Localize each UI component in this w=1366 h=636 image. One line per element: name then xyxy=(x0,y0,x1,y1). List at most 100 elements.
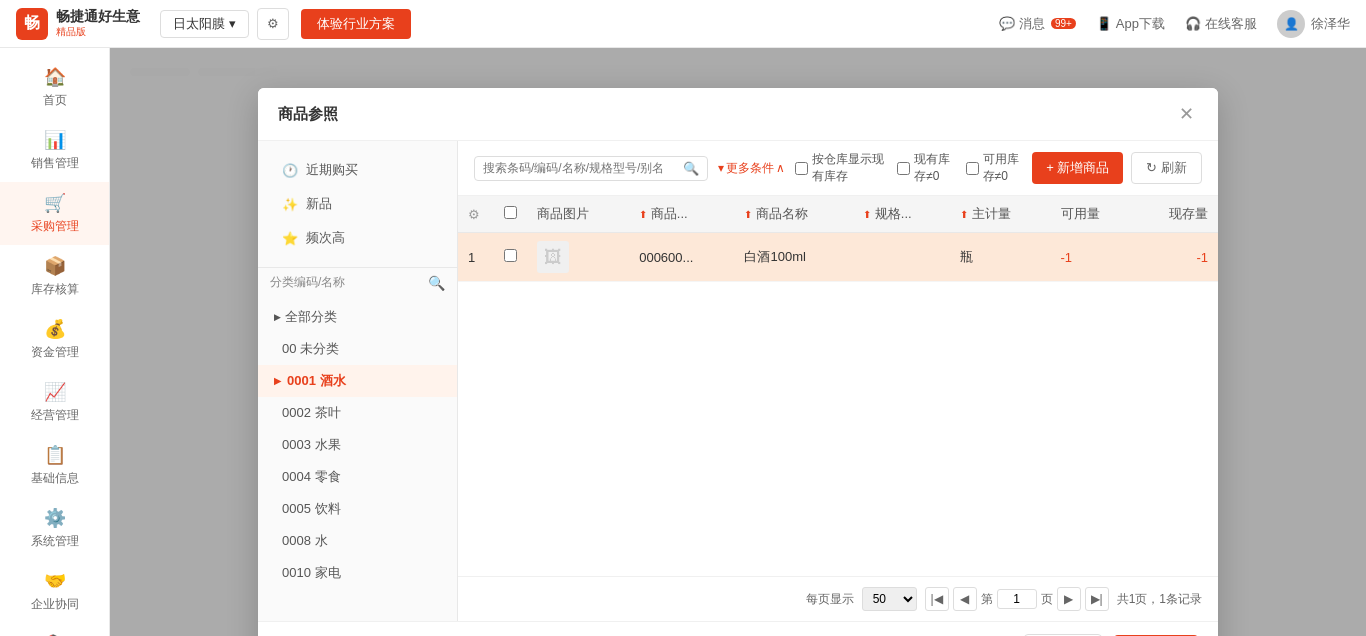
page-nav: |◀ ◀ 第 页 ▶ ▶| xyxy=(925,587,1109,611)
cat-00[interactable]: 00 未分类 xyxy=(258,333,457,365)
modal-close-button[interactable]: ✕ xyxy=(1174,102,1198,126)
td-spec xyxy=(853,233,950,282)
cat-0002[interactable]: 0002 茶叶 xyxy=(258,397,457,429)
checkbox-warehouse-label[interactable]: 按仓库显示现有库存 xyxy=(795,151,885,185)
th-name-label: 商品名称 xyxy=(756,206,808,221)
cat-0010[interactable]: 0010 家电 xyxy=(258,557,457,589)
cat-0005[interactable]: 0005 饮料 xyxy=(258,493,457,525)
sidebar-item-home[interactable]: 🏠 首页 xyxy=(0,56,109,119)
search-input[interactable] xyxy=(483,161,683,175)
checkbox-available-label[interactable]: 可用库存≠0 xyxy=(966,151,1022,185)
sidebar-item-business[interactable]: 📈 经营管理 xyxy=(0,371,109,434)
service-item[interactable]: 🎧 在线客服 xyxy=(1185,15,1257,33)
sidebar-item-basic[interactable]: 📋 基础信息 xyxy=(0,434,109,497)
app-download-item[interactable]: 📱 App下载 xyxy=(1096,15,1165,33)
checkbox-stock[interactable] xyxy=(897,162,910,175)
business-icon: 📈 xyxy=(44,381,66,403)
sidebar-label-finance: 资金管理 xyxy=(31,344,79,361)
product-thumbnail: 🖼 xyxy=(537,241,569,273)
search-small-icon[interactable]: 🔍 xyxy=(428,275,445,291)
refresh-button[interactable]: ↻ 刷新 xyxy=(1131,152,1202,184)
sidebar-item-sales[interactable]: 📊 销售管理 xyxy=(0,119,109,182)
checkbox-available[interactable] xyxy=(966,162,979,175)
select-all-checkbox[interactable] xyxy=(504,206,517,219)
td-stock: -1 xyxy=(1134,233,1218,282)
td-checkbox[interactable] xyxy=(494,233,527,282)
sidebar-item-system[interactable]: ⚙️ 系统管理 xyxy=(0,497,109,560)
sidebar: 🏠 首页 📊 销售管理 🛒 采购管理 📦 库存核算 💰 资金管理 📈 经营管理 … xyxy=(0,48,110,636)
system-icon: ⚙️ xyxy=(44,507,66,529)
sidebar-label-system: 系统管理 xyxy=(31,533,79,550)
basic-icon: 📋 xyxy=(44,444,66,466)
category-tree: ▶ 全部分类 00 未分类 ▶ 0001 酒水 0002 茶叶 xyxy=(258,297,457,621)
cat-all-label: 全部分类 xyxy=(285,308,337,326)
user-info[interactable]: 👤 徐泽华 xyxy=(1277,10,1350,38)
row-checkbox[interactable] xyxy=(504,249,517,262)
page-next-button[interactable]: ▶ xyxy=(1057,587,1081,611)
logo-area: 畅 畅捷通好生意 精品版 xyxy=(16,8,140,40)
search-box[interactable]: 🔍 xyxy=(474,156,708,181)
image-icon: 🖼 xyxy=(544,247,562,268)
cat-0004[interactable]: 0004 零食 xyxy=(258,461,457,493)
pagination-bar: 每页显示 50 20 100 |◀ ◀ 第 页 ▶ xyxy=(458,576,1218,621)
category-search-label: 分类编码/名称 xyxy=(270,274,345,291)
page-first-button[interactable]: |◀ xyxy=(925,587,949,611)
sidebar-item-guide[interactable]: 📚 新手引导 xyxy=(0,623,109,636)
cat-all[interactable]: ▶ 全部分类 xyxy=(258,301,457,333)
add-product-button[interactable]: + 新增商品 xyxy=(1032,152,1123,184)
sidebar-item-corp[interactable]: 🤝 企业协同 xyxy=(0,560,109,623)
checkbox-warehouse[interactable] xyxy=(795,162,808,175)
service-label: 在线客服 xyxy=(1205,15,1257,33)
modal-body: 🕐 近期购买 ✨ 新品 ⭐ 频次高 xyxy=(258,141,1218,621)
per-page-select[interactable]: 50 20 100 xyxy=(862,587,917,611)
menu-item-recent[interactable]: 🕐 近期购买 xyxy=(266,153,449,187)
app-icon: 📱 xyxy=(1096,16,1112,31)
category-search-row: 🔍 xyxy=(428,275,445,291)
th-spec[interactable]: ⬆ 规格... xyxy=(853,196,950,233)
sidebar-label-purchase: 采购管理 xyxy=(31,218,79,235)
store-selector[interactable]: 日太阳膜 ▾ xyxy=(160,10,249,38)
cat-0003[interactable]: 0003 水果 xyxy=(258,429,457,461)
cat-0001[interactable]: ▶ 0001 酒水 xyxy=(258,365,457,397)
th-code[interactable]: ⬆ 商品... xyxy=(629,196,734,233)
sidebar-label-business: 经营管理 xyxy=(31,407,79,424)
more-filter-link[interactable]: ▾ 更多条件 ∧ xyxy=(718,160,785,177)
message-item[interactable]: 💬 消息 99+ xyxy=(999,15,1076,33)
filter-collapse-icon: ∧ xyxy=(776,161,785,175)
home-icon: 🏠 xyxy=(44,66,66,88)
th-image: 商品图片 xyxy=(527,196,629,233)
cat-0008[interactable]: 0008 水 xyxy=(258,525,457,557)
sidebar-item-purchase[interactable]: 🛒 采购管理 xyxy=(0,182,109,245)
menu-label-new: 新品 xyxy=(306,195,332,213)
td-available: -1 xyxy=(1051,233,1135,282)
cat-0001-label: 0001 酒水 xyxy=(287,372,346,390)
logo-sub: 精品版 xyxy=(56,25,140,39)
page-last-button[interactable]: ▶| xyxy=(1085,587,1109,611)
settings-icon[interactable]: ⚙ xyxy=(468,207,480,222)
sidebar-item-inventory[interactable]: 📦 库存核算 xyxy=(0,245,109,308)
cat-0001-arrow: ▶ xyxy=(274,376,281,386)
trial-button[interactable]: 体验行业方案 xyxy=(301,9,411,39)
th-unit[interactable]: ⬆ 主计量 xyxy=(950,196,1050,233)
header-right: 💬 消息 99+ 📱 App下载 🎧 在线客服 👤 徐泽华 xyxy=(999,10,1350,38)
sidebar-item-finance[interactable]: 💰 资金管理 xyxy=(0,308,109,371)
page-prev-button[interactable]: ◀ xyxy=(953,587,977,611)
sidebar-label-corp: 企业协同 xyxy=(31,596,79,613)
sidebar-label-home: 首页 xyxy=(43,92,67,109)
menu-item-new[interactable]: ✨ 新品 xyxy=(266,187,449,221)
settings-btn[interactable]: ⚙ xyxy=(257,8,289,40)
table-row[interactable]: 1 🖼 000600... xyxy=(458,233,1218,282)
th-settings[interactable]: ⚙ xyxy=(458,196,494,233)
checkbox-stock-label[interactable]: 现有库存≠0 xyxy=(897,151,953,185)
th-name[interactable]: ⬆ 商品名称 xyxy=(734,196,853,233)
td-image: 🖼 xyxy=(527,233,629,282)
product-table: ⚙ 商品图片 ⬆ xyxy=(458,196,1218,282)
dropdown-arrow-icon: ▾ xyxy=(229,16,236,31)
app-label: App下载 xyxy=(1116,15,1165,33)
page-input[interactable] xyxy=(997,589,1037,609)
cat-0003-label: 0003 水果 xyxy=(282,436,341,454)
menu-item-frequent[interactable]: ⭐ 频次高 xyxy=(266,221,449,255)
modal-title: 商品参照 xyxy=(278,105,338,124)
th-available: 可用量 xyxy=(1051,196,1135,233)
menu-label-frequent: 频次高 xyxy=(306,229,345,247)
